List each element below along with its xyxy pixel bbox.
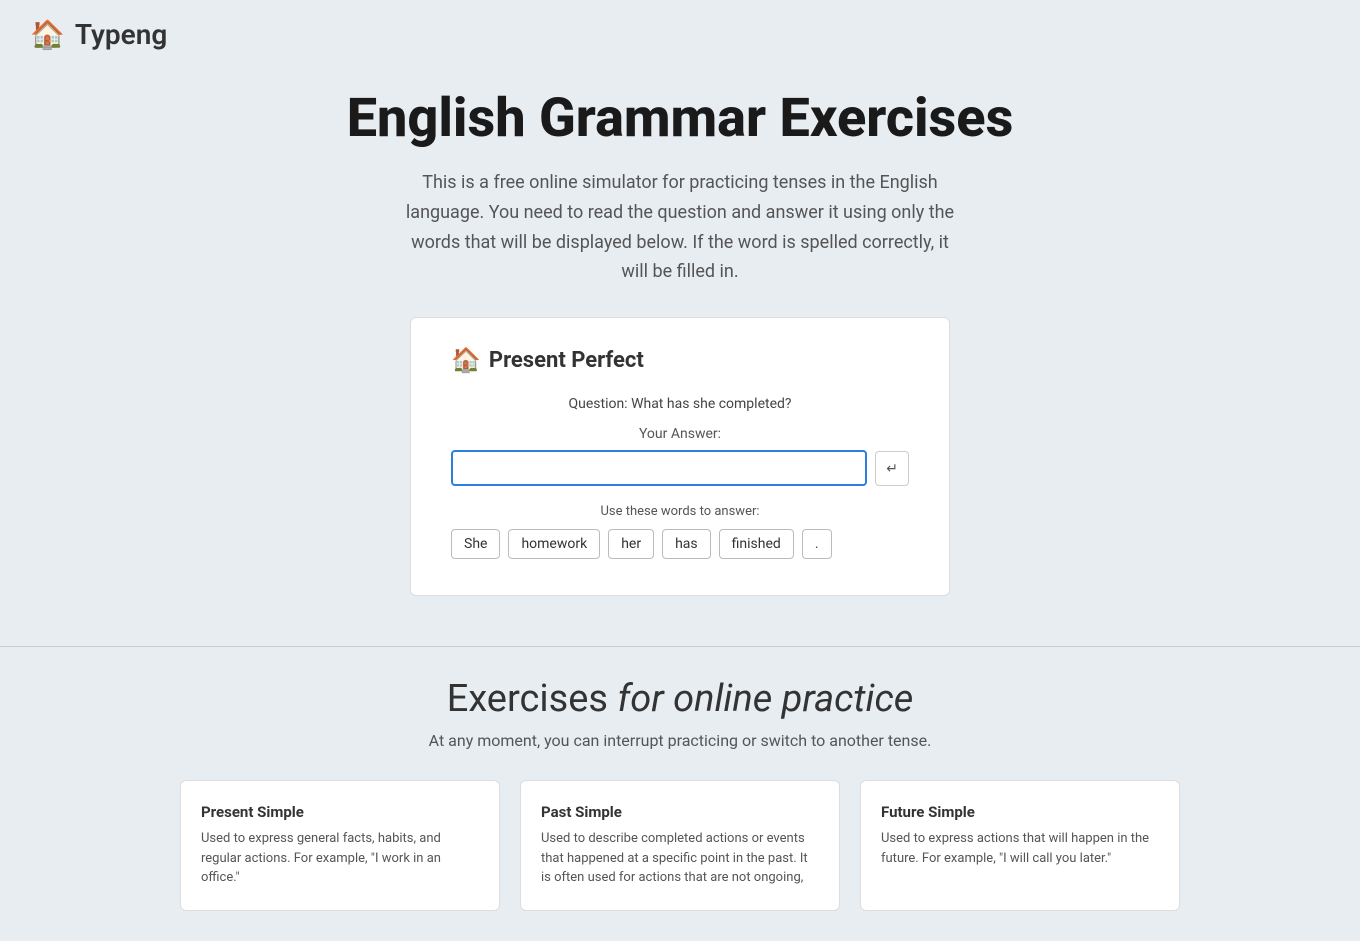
exercises-title: Exercises for online practice — [40, 677, 1320, 721]
submit-button[interactable]: ↵ — [875, 451, 909, 486]
hero-description: This is a free online simulator for prac… — [400, 168, 960, 287]
answer-label: Your Answer: — [451, 426, 909, 442]
header-logo-icon: 🏠 — [30, 18, 65, 51]
word-chip[interactable]: finished — [719, 529, 794, 559]
page-title: English Grammar Exercises — [40, 89, 1320, 148]
header: 🏠 Typeng — [0, 0, 1360, 69]
exercises-section: Exercises for online practice At any mom… — [0, 677, 1360, 941]
section-divider — [0, 646, 1360, 647]
tense-card-description: Used to express actions that will happen… — [881, 829, 1159, 868]
exercise-card: 🏠 Present Perfect Question: What has she… — [410, 317, 950, 596]
tense-card-title: Present Simple — [201, 803, 479, 821]
word-chip[interactable]: She — [451, 529, 500, 559]
header-title: Typeng — [75, 18, 167, 51]
words-label: Use these words to answer: — [451, 504, 909, 519]
tense-card-title: Past Simple — [541, 803, 819, 821]
word-chip[interactable]: her — [608, 529, 654, 559]
tense-card: Future Simple Used to express actions tha… — [860, 780, 1180, 911]
exercises-title-regular: Exercises — [447, 677, 608, 721]
exercises-title-italic: for online practice — [617, 677, 913, 721]
tense-card-description: Used to describe completed actions or ev… — [541, 829, 819, 888]
exercise-home-icon: 🏠 — [451, 346, 481, 374]
word-chip[interactable]: has — [662, 529, 711, 559]
question-label: Question: What has she completed? — [451, 396, 909, 412]
tense-card: Present Simple Used to express general fa… — [180, 780, 500, 911]
exercise-card-header: 🏠 Present Perfect — [451, 346, 909, 374]
question-text: What has she completed? — [631, 396, 791, 412]
tense-card: Past Simple Used to describe completed ac… — [520, 780, 840, 911]
word-chips-container: She homework herhas finished. — [451, 529, 909, 559]
tense-card-title: Future Simple — [881, 803, 1159, 821]
word-chip[interactable]: . — [802, 529, 832, 559]
hero-section: English Grammar Exercises This is a free… — [0, 69, 1360, 606]
exercise-card-title: Present Perfect — [489, 348, 644, 373]
tense-cards-row: Present Simple Used to express general fa… — [40, 780, 1320, 911]
tense-card-description: Used to express general facts, habits, a… — [201, 829, 479, 888]
exercises-subtitle: At any moment, you can interrupt practic… — [40, 731, 1320, 750]
answer-row: ↵ — [451, 450, 909, 486]
answer-input[interactable] — [451, 450, 867, 486]
word-chip[interactable]: homework — [508, 529, 600, 559]
